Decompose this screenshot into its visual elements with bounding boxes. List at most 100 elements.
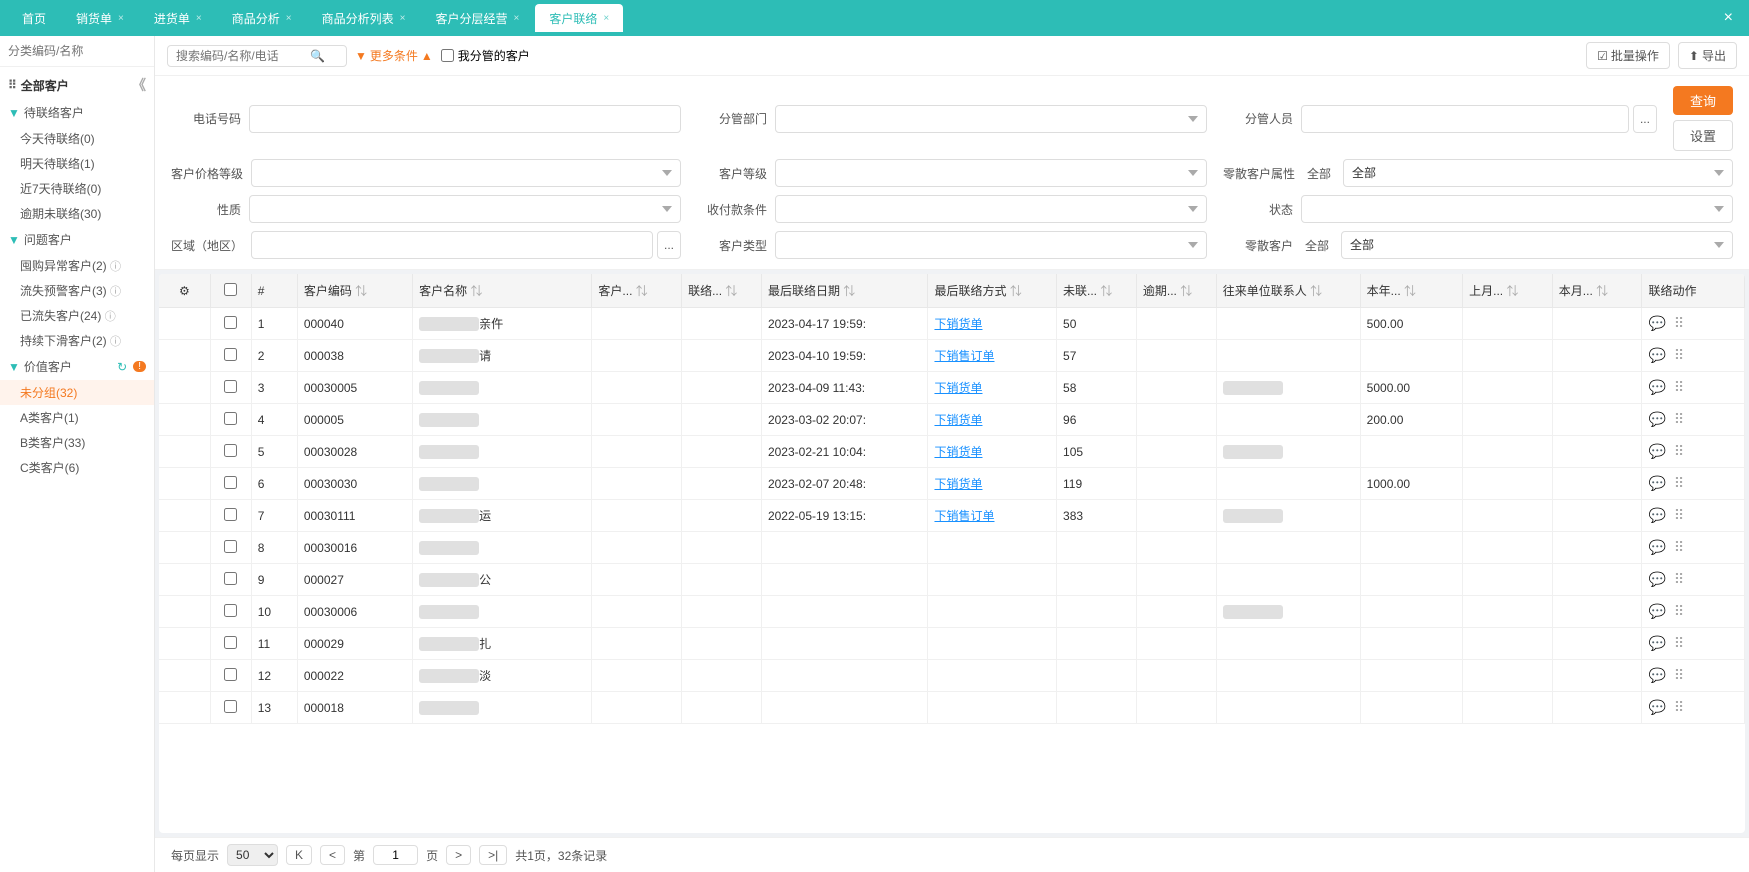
export-button[interactable]: ⬆ 导出 (1678, 42, 1737, 69)
checkbox-column-header[interactable] (210, 274, 251, 308)
region-input[interactable] (251, 231, 653, 259)
checkbox-cell[interactable] (210, 500, 251, 532)
last-method-link[interactable]: 下销售订单 (934, 349, 994, 363)
per-page-select[interactable]: 50 100 (227, 844, 278, 866)
chat-icon[interactable]: 💬 (1648, 571, 1665, 588)
my-customers-checkbox[interactable] (441, 49, 454, 62)
menu-icon[interactable]: ⠿ (1674, 571, 1684, 588)
tab-sales-order[interactable]: 销货单 × (62, 4, 138, 32)
close-icon[interactable]: × (286, 13, 292, 24)
sidebar-item-7days[interactable]: 近7天待联络(0) (0, 176, 154, 201)
menu-icon[interactable]: ⠿ (1674, 379, 1684, 396)
page-number-input[interactable] (373, 845, 418, 865)
customer-level-select[interactable] (775, 159, 1207, 187)
scatter-attr-select[interactable]: 全部 (1343, 159, 1733, 187)
unit-contact-column-header[interactable]: 往来单位联系人 ⇅ (1216, 274, 1360, 308)
close-icon[interactable]: × (603, 13, 609, 24)
person-input[interactable] (1301, 105, 1629, 133)
search-icon[interactable]: 🔍 (310, 49, 325, 63)
reset-button[interactable]: 设置 (1673, 120, 1733, 151)
chat-icon[interactable]: 💬 (1648, 667, 1665, 684)
chat-icon[interactable]: 💬 (1648, 411, 1665, 428)
chat-icon[interactable]: 💬 (1648, 347, 1665, 364)
last-method-link[interactable]: 下销货单 (934, 413, 982, 427)
row-checkbox[interactable] (224, 444, 237, 457)
checkbox-cell[interactable] (210, 532, 251, 564)
sidebar-item-churn-warning[interactable]: 流失预警客户(3) ⓘ (0, 278, 154, 303)
row-checkbox[interactable] (224, 476, 237, 489)
checkbox-cell[interactable] (210, 372, 251, 404)
row-checkbox[interactable] (224, 412, 237, 425)
overdue-column-header[interactable]: 逾期... ⇅ (1136, 274, 1216, 308)
nature-select[interactable] (249, 195, 681, 223)
checkbox-cell[interactable] (210, 564, 251, 596)
last-page-button[interactable]: >| (479, 845, 507, 865)
menu-icon[interactable]: ⠿ (1674, 315, 1684, 332)
dept-select[interactable] (775, 105, 1207, 133)
chat-icon[interactable]: 💬 (1648, 635, 1665, 652)
row-checkbox[interactable] (224, 572, 237, 585)
row-checkbox[interactable] (224, 380, 237, 393)
this-month-column-header[interactable]: 本月... ⇅ (1552, 274, 1642, 308)
menu-icon[interactable]: ⠿ (1674, 347, 1684, 364)
checkbox-cell[interactable] (210, 340, 251, 372)
checkbox-cell[interactable] (210, 692, 251, 724)
checkbox-cell[interactable] (210, 436, 251, 468)
this-year-column-header[interactable]: 本年... ⇅ (1360, 274, 1462, 308)
last-method-link[interactable]: 下销售订单 (934, 509, 994, 523)
tab-purchase-order[interactable]: 进货单 × (140, 4, 216, 32)
type-column-header[interactable]: 客户... ⇅ (592, 274, 682, 308)
checkbox-cell[interactable] (210, 404, 251, 436)
sidebar-item-declining[interactable]: 持续下滑客户(2) ⓘ (0, 328, 154, 353)
last-method-column-header[interactable]: 最后联络方式 ⇅ (928, 274, 1057, 308)
query-button[interactable]: 查询 (1673, 86, 1733, 115)
row-checkbox[interactable] (224, 508, 237, 521)
chat-icon[interactable]: 💬 (1648, 443, 1665, 460)
sidebar-item-tomorrow[interactable]: 明天待联络(1) (0, 151, 154, 176)
menu-icon[interactable]: ⠿ (1674, 411, 1684, 428)
sidebar-item-class-b[interactable]: B类客户(33) (0, 430, 154, 455)
row-checkbox[interactable] (224, 636, 237, 649)
last-month-column-header[interactable]: 上月... ⇅ (1463, 274, 1553, 308)
menu-icon[interactable]: ⠿ (1674, 443, 1684, 460)
scatter-select[interactable]: 全部 (1341, 231, 1733, 259)
region-more-button[interactable]: ... (657, 231, 681, 259)
first-page-button[interactable]: K (286, 845, 312, 865)
sidebar-item-abnormal[interactable]: 囤购异常客户(2) ⓘ (0, 253, 154, 278)
chat-icon[interactable]: 💬 (1648, 475, 1665, 492)
close-icon[interactable]: × (400, 13, 406, 24)
batch-operation-button[interactable]: ☑ 批量操作 (1586, 42, 1670, 69)
payment-select[interactable] (775, 195, 1207, 223)
chat-icon[interactable]: 💬 (1648, 507, 1665, 524)
price-level-select[interactable] (251, 159, 681, 187)
prev-page-button[interactable]: < (320, 845, 345, 865)
tab-product-analysis-list[interactable]: 商品分析列表 × (308, 4, 420, 32)
last-method-link[interactable]: 下销货单 (934, 317, 982, 331)
sidebar-item-lost[interactable]: 已流失客户(24) ⓘ (0, 303, 154, 328)
collapse-sidebar-button[interactable]: 《 (132, 75, 146, 95)
close-icon[interactable]: × (196, 13, 202, 24)
menu-icon[interactable]: ⠿ (1674, 667, 1684, 684)
row-checkbox[interactable] (224, 316, 237, 329)
settings-column-header[interactable]: ⚙ (159, 274, 210, 308)
person-more-button[interactable]: ... (1633, 105, 1657, 133)
phone-input[interactable] (249, 105, 681, 133)
menu-icon[interactable]: ⠿ (1674, 539, 1684, 556)
row-checkbox[interactable] (224, 700, 237, 713)
row-checkbox[interactable] (224, 668, 237, 681)
sidebar-item-today[interactable]: 今天待联络(0) (0, 126, 154, 151)
my-customers-checkbox-label[interactable]: 我分管的客户 (441, 47, 530, 64)
close-icon[interactable]: × (513, 13, 519, 24)
checkbox-cell[interactable] (210, 596, 251, 628)
menu-icon[interactable]: ⠿ (1674, 635, 1684, 652)
sidebar-item-class-a[interactable]: A类客户(1) (0, 405, 154, 430)
menu-icon[interactable]: ⠿ (1674, 507, 1684, 524)
chat-icon[interactable]: 💬 (1648, 603, 1665, 620)
sidebar-item-class-c[interactable]: C类客户(6) (0, 455, 154, 480)
sidebar-group-problem[interactable]: ▼ 问题客户 (0, 226, 154, 253)
close-all-button[interactable]: × (1716, 9, 1741, 27)
close-icon[interactable]: × (118, 13, 124, 24)
tab-customer-contact[interactable]: 客户联络 × (535, 4, 623, 32)
not-contacted-column-header[interactable]: 未联... ⇅ (1057, 274, 1137, 308)
checkbox-cell[interactable] (210, 308, 251, 340)
